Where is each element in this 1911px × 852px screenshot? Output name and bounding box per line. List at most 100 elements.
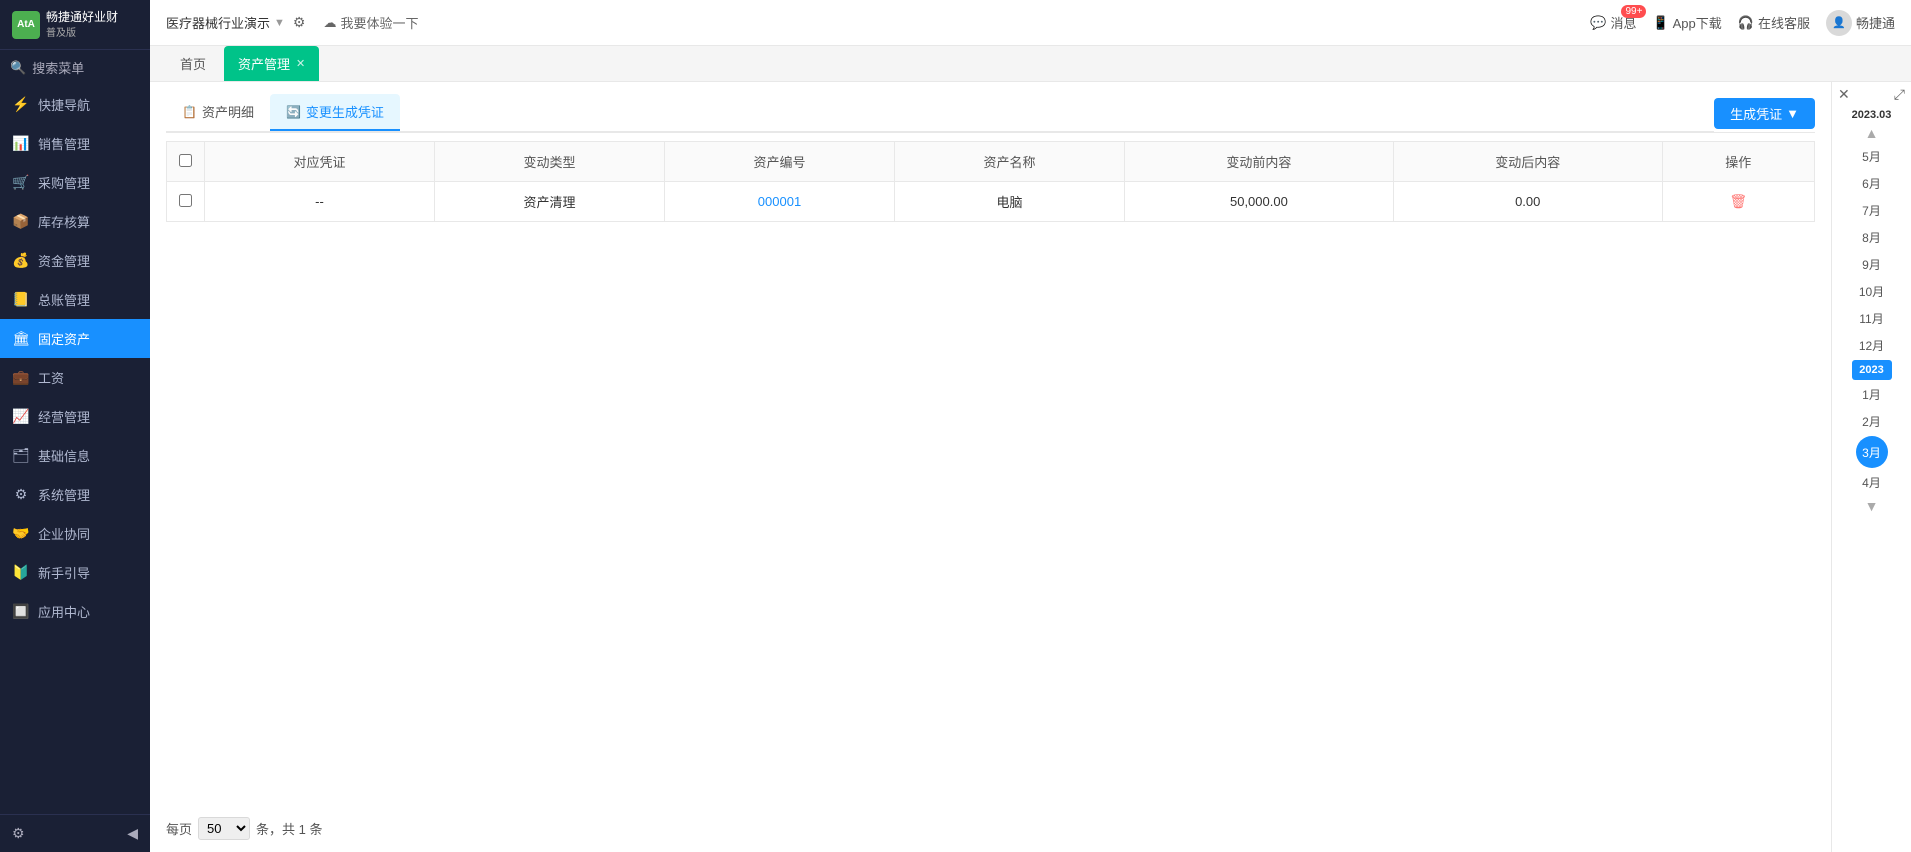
sidebar-nav: ⚡ 快捷导航 📊 销售管理 🛒 采购管理 📦 库存核算 💰 资金管理 📒 总账管… <box>0 85 150 814</box>
sidebar-item-operations[interactable]: 📈 经营管理 <box>0 397 150 436</box>
logo-icon: AtA <box>12 11 40 39</box>
basic-info-icon: 🗂 <box>12 447 30 464</box>
main-content: 医疗器械行业演示 ▼ ⚙ ☁ 我要体验一下 💬 消息 99+ 📱 App下载 🎧… <box>150 0 1911 852</box>
sidebar: AtA 畅捷通好业财 普及版 🔍 搜索菜单 ⚡ 快捷导航 📊 销售管理 🛒 采购… <box>0 0 150 852</box>
sales-icon: 📊 <box>12 135 30 152</box>
collapse-icon[interactable]: ◀ <box>127 825 138 842</box>
sidebar-item-label: 应用中心 <box>38 602 90 621</box>
search-menu[interactable]: 🔍 搜索菜单 <box>0 50 150 85</box>
sub-tab-asset-detail[interactable]: 📋 资产明细 <box>166 94 270 131</box>
topbar-right: 💬 消息 99+ 📱 App下载 🎧 在线客服 👤 畅捷通 <box>1590 10 1895 36</box>
asset-detail-icon: 📋 <box>182 105 197 119</box>
tabbar: 首页 资产管理 ✕ <box>150 46 1911 82</box>
month-feb23[interactable]: 2月 <box>1852 409 1892 434</box>
row-before-change: 50,000.00 <box>1125 182 1394 222</box>
company-selector[interactable]: 医疗器械行业演示 ▼ <box>166 13 285 32</box>
online-service-label: 在线客服 <box>1758 13 1810 32</box>
month-may[interactable]: 5月 <box>1852 144 1892 169</box>
guide-icon: 🔰 <box>12 564 30 581</box>
header-after-change: 变动后内容 <box>1393 142 1662 182</box>
header-voucher: 对应凭证 <box>205 142 435 182</box>
content-main: 📋 资产明细 🔄 变更生成凭证 生成凭证 ▼ <box>150 82 1831 852</box>
scroll-down-button[interactable]: ▼ <box>1865 498 1879 514</box>
tab-asset-mgmt[interactable]: 资产管理 ✕ <box>224 46 319 81</box>
system-icon: ⚙ <box>12 486 30 503</box>
sidebar-item-ledger[interactable]: 📒 总账管理 <box>0 280 150 319</box>
month-sep[interactable]: 9月 <box>1852 252 1892 277</box>
app-download-button[interactable]: 📱 App下载 <box>1652 13 1721 32</box>
sidebar-item-funds[interactable]: 💰 资金管理 <box>0 241 150 280</box>
sidebar-item-inventory[interactable]: 📦 库存核算 <box>0 202 150 241</box>
month-jun[interactable]: 6月 <box>1852 171 1892 196</box>
row-checkbox-cell <box>167 182 205 222</box>
sidebar-item-label: 系统管理 <box>38 485 90 504</box>
sidebar-item-fixed-assets[interactable]: 🏛 固定资产 <box>0 319 150 358</box>
messages-button[interactable]: 💬 消息 99+ <box>1590 13 1636 32</box>
sidebar-item-sales[interactable]: 📊 销售管理 <box>0 124 150 163</box>
page-size-select[interactable]: 50 10 20 100 <box>198 817 250 840</box>
tab-home[interactable]: 首页 <box>166 46 220 81</box>
sidebar-item-basic-info[interactable]: 🗂 基础信息 <box>0 436 150 475</box>
sidebar-item-salary[interactable]: 💼 工资 <box>0 358 150 397</box>
service-icon: 🎧 <box>1738 15 1754 31</box>
month-apr23[interactable]: 4月 <box>1852 470 1892 495</box>
sidebar-item-label: 资金管理 <box>38 251 90 270</box>
asset-table: 对应凭证 变动类型 资产编号 资产名称 <box>166 141 1815 222</box>
right-panel-header: ✕ ⤢ <box>1832 82 1911 107</box>
sidebar-item-label: 基础信息 <box>38 446 90 465</box>
user-profile[interactable]: 👤 畅捷通 <box>1826 10 1895 36</box>
tab-asset-mgmt-label: 资产管理 <box>238 54 290 73</box>
sidebar-item-purchase[interactable]: 🛒 采购管理 <box>0 163 150 202</box>
experience-button[interactable]: ☁ 我要体验一下 <box>323 13 418 32</box>
month-jan23[interactable]: 1月 <box>1852 382 1892 407</box>
operations-icon: 📈 <box>12 408 30 425</box>
right-panel-expand-button[interactable]: ⤢ <box>1894 86 1905 103</box>
month-nov[interactable]: 11月 <box>1852 306 1892 331</box>
right-panel-close-button[interactable]: ✕ <box>1838 86 1850 103</box>
tab-home-label: 首页 <box>180 54 206 73</box>
topbar-settings-icon[interactable]: ⚙ <box>293 14 306 31</box>
table-row: -- 资产清理 000001 电脑 <box>167 182 1815 222</box>
content-area: 📋 资产明细 🔄 变更生成凭证 生成凭证 ▼ <box>150 82 1911 852</box>
messages-icon: 💬 <box>1590 15 1606 31</box>
header-action: 操作 <box>1662 142 1814 182</box>
search-icon: 🔍 <box>10 60 26 76</box>
row-checkbox[interactable] <box>179 194 192 207</box>
month-dec[interactable]: 12月 <box>1852 333 1892 358</box>
sidebar-item-app-center[interactable]: 🔲 应用中心 <box>0 592 150 631</box>
month-mar23[interactable]: 3月 <box>1856 436 1888 468</box>
sidebar-item-label: 总账管理 <box>38 290 90 309</box>
funds-icon: 💰 <box>12 252 30 269</box>
delete-row-button[interactable]: 🗑 <box>1729 193 1747 209</box>
experience-icon: ☁ <box>323 15 336 31</box>
tab-close-icon[interactable]: ✕ <box>296 57 305 70</box>
sidebar-item-label: 销售管理 <box>38 134 90 153</box>
sidebar-item-enterprise[interactable]: 🤝 企业协同 <box>0 514 150 553</box>
sidebar-item-quick-nav[interactable]: ⚡ 快捷导航 <box>0 85 150 124</box>
generate-voucher-button[interactable]: 生成凭证 ▼ <box>1714 98 1815 129</box>
month-aug[interactable]: 8月 <box>1852 225 1892 250</box>
header-before-change: 变动前内容 <box>1125 142 1394 182</box>
enterprise-icon: 🤝 <box>12 525 30 542</box>
select-all-checkbox[interactable] <box>179 154 192 167</box>
month-oct[interactable]: 10月 <box>1852 279 1892 304</box>
scroll-up-button[interactable]: ▲ <box>1865 125 1879 141</box>
app-download-label: App下载 <box>1673 13 1722 32</box>
row-change-type: 资产清理 <box>435 182 665 222</box>
app-name: 畅捷通好业财 <box>46 10 118 24</box>
sidebar-item-label: 采购管理 <box>38 173 90 192</box>
inventory-icon: 📦 <box>12 213 30 230</box>
row-asset-name: 电脑 <box>895 182 1125 222</box>
year-2023-badge[interactable]: 2023 <box>1852 360 1892 380</box>
change-voucher-icon: 🔄 <box>286 105 301 119</box>
purchase-icon: 🛒 <box>12 174 30 191</box>
generate-dropdown-icon: ▼ <box>1786 106 1799 121</box>
online-service-button[interactable]: 🎧 在线客服 <box>1738 13 1810 32</box>
sidebar-item-label: 经营管理 <box>38 407 90 426</box>
sub-tab-change-voucher[interactable]: 🔄 变更生成凭证 <box>270 94 400 131</box>
sidebar-item-guide[interactable]: 🔰 新手引导 <box>0 553 150 592</box>
company-name: 医疗器械行业演示 <box>166 13 270 32</box>
sidebar-item-system[interactable]: ⚙ 系统管理 <box>0 475 150 514</box>
settings-icon[interactable]: ⚙ <box>12 825 25 842</box>
month-jul[interactable]: 7月 <box>1852 198 1892 223</box>
